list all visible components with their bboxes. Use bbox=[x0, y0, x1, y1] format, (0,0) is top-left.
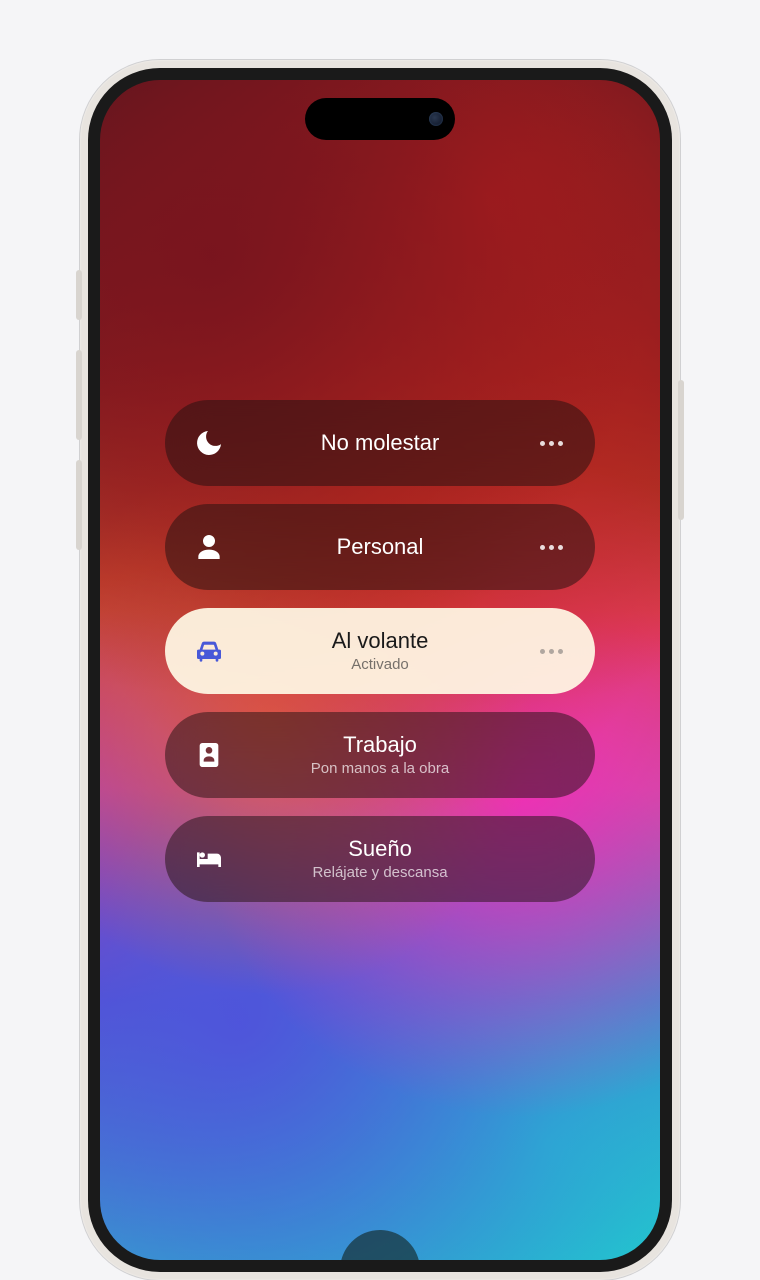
add-focus-button[interactable] bbox=[340, 1230, 420, 1260]
volume-up-button bbox=[76, 350, 82, 440]
badge-icon bbox=[191, 737, 227, 773]
more-button[interactable] bbox=[533, 441, 569, 446]
focus-label: Al volante bbox=[227, 628, 533, 654]
more-button[interactable] bbox=[533, 649, 569, 654]
screen: No molestar Personal bbox=[100, 80, 660, 1260]
focus-text: No molestar bbox=[227, 430, 533, 456]
focus-label: Trabajo bbox=[227, 732, 533, 758]
bed-icon bbox=[191, 841, 227, 877]
focus-label: Personal bbox=[227, 534, 533, 560]
focus-item-work[interactable]: Trabajo Pon manos a la obra bbox=[165, 712, 595, 798]
phone-bezel: No molestar Personal bbox=[88, 68, 672, 1272]
side-button bbox=[678, 380, 684, 520]
ellipsis-icon bbox=[540, 545, 563, 550]
focus-text: Al volante Activado bbox=[227, 628, 533, 674]
focus-label: No molestar bbox=[227, 430, 533, 456]
ellipsis-icon bbox=[540, 649, 563, 654]
focus-text: Personal bbox=[227, 534, 533, 560]
focus-sublabel: Activado bbox=[227, 656, 533, 674]
focus-text: Trabajo Pon manos a la obra bbox=[227, 732, 533, 778]
focus-item-personal[interactable]: Personal bbox=[165, 504, 595, 590]
car-icon bbox=[191, 633, 227, 669]
phone-frame: No molestar Personal bbox=[80, 60, 680, 1280]
focus-item-driving[interactable]: Al volante Activado bbox=[165, 608, 595, 694]
ellipsis-icon bbox=[540, 441, 563, 446]
moon-icon bbox=[191, 425, 227, 461]
dynamic-island bbox=[305, 98, 455, 140]
more-button[interactable] bbox=[533, 545, 569, 550]
focus-sublabel: Pon manos a la obra bbox=[227, 760, 533, 778]
front-camera bbox=[429, 112, 443, 126]
volume-down-button bbox=[76, 460, 82, 550]
focus-sublabel: Relájate y descansa bbox=[227, 864, 533, 882]
person-icon bbox=[191, 529, 227, 565]
focus-mode-list: No molestar Personal bbox=[165, 400, 595, 902]
action-button bbox=[76, 270, 82, 320]
focus-item-sleep[interactable]: Sueño Relájate y descansa bbox=[165, 816, 595, 902]
focus-text: Sueño Relájate y descansa bbox=[227, 836, 533, 882]
focus-item-dnd[interactable]: No molestar bbox=[165, 400, 595, 486]
focus-label: Sueño bbox=[227, 836, 533, 862]
